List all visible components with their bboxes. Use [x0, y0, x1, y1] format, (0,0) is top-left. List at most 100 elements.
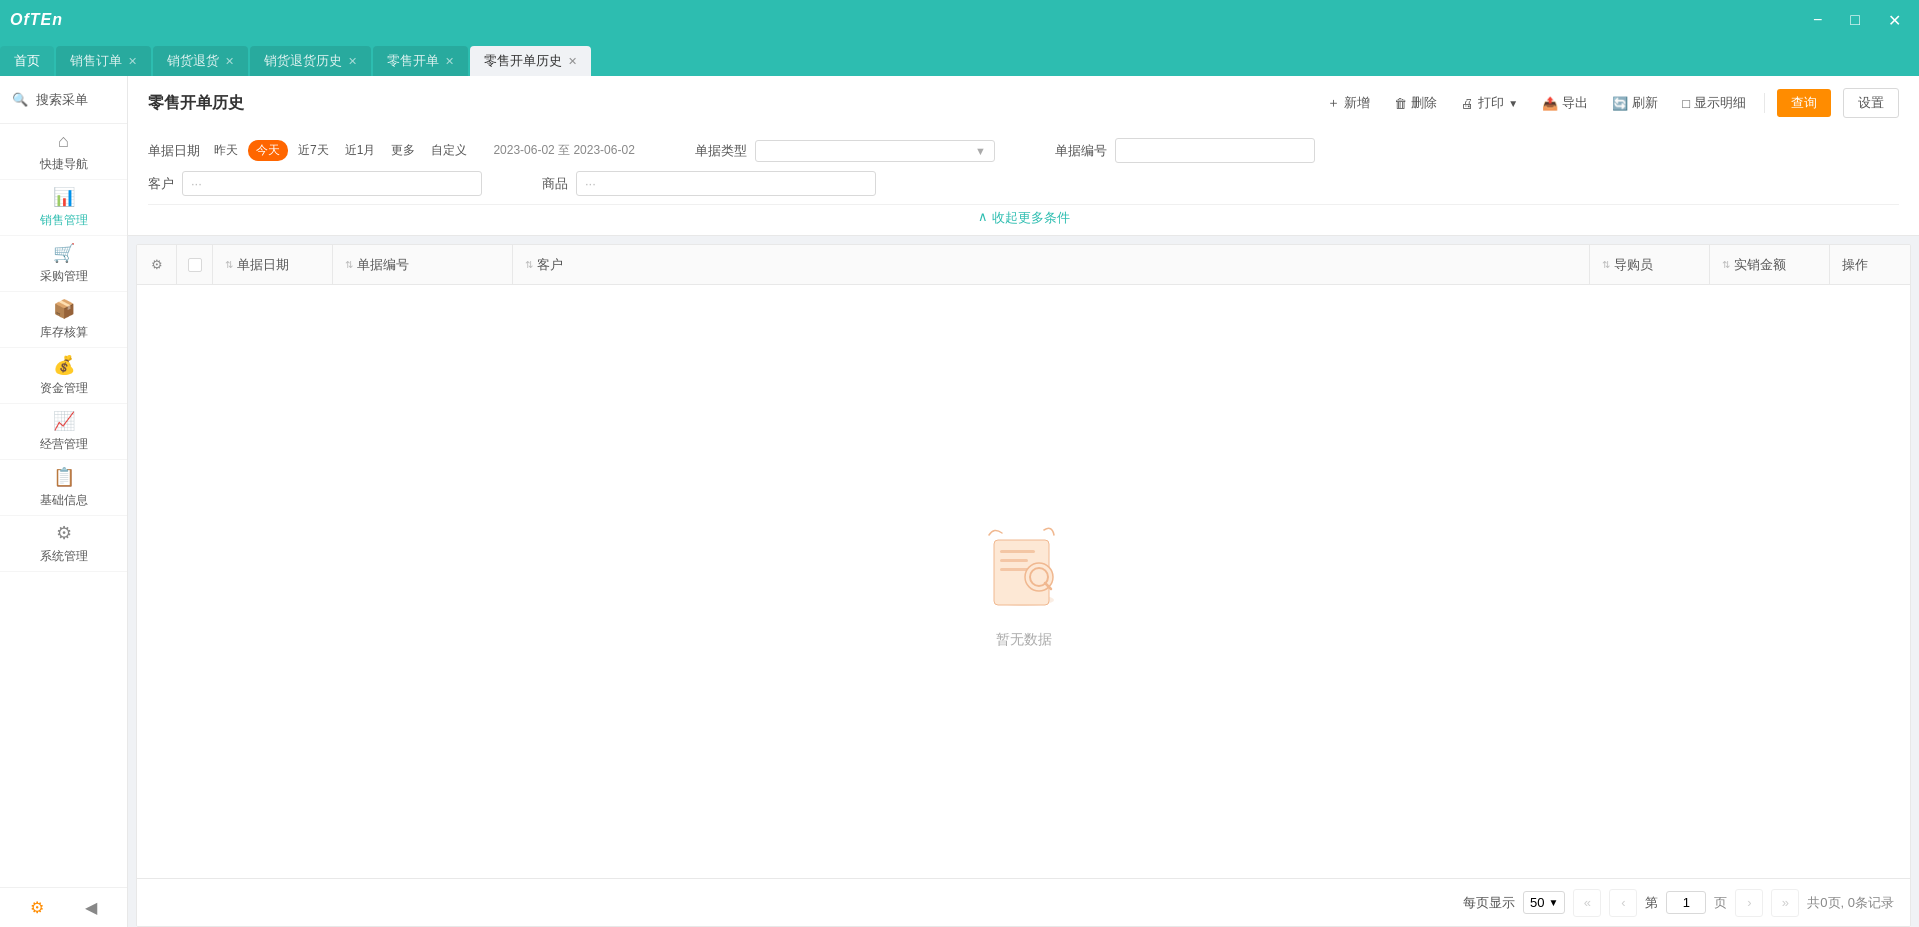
add-btn[interactable]: ＋ 新增 [1321, 90, 1376, 116]
filter-bill-type-select[interactable]: ▼ [755, 140, 995, 162]
date-btn-custom[interactable]: 自定义 [425, 140, 473, 161]
prev-page-icon: ‹ [1621, 895, 1625, 910]
minimize-btn[interactable]: − [1805, 7, 1830, 33]
base-info-icon: 📋 [53, 466, 75, 488]
th-amount[interactable]: ⇅ 实销金额 [1710, 245, 1830, 284]
delete-icon: 🗑 [1394, 96, 1407, 111]
tab-sales-order-close[interactable]: ✕ [128, 55, 137, 68]
sidebar-item-purchase-mgmt[interactable]: 🛒 采购管理 [0, 236, 127, 292]
tab-retail-open-history[interactable]: 零售开单历史 ✕ [470, 46, 591, 76]
filter-bill-number: 单据编号 [1055, 138, 1315, 163]
tab-retail-open-label: 零售开单 [387, 52, 439, 70]
delete-btn[interactable]: 🗑 删除 [1388, 90, 1443, 116]
th-salesperson-label: 导购员 [1614, 256, 1653, 274]
filter-customer-input[interactable]: ··· [182, 171, 482, 196]
toolbar: ＋ 新增 🗑 删除 🖨 打印 ▼ 📤 导出 [1321, 88, 1899, 118]
tab-sales-return-label: 销货退货 [167, 52, 219, 70]
filter-customer-label: 客户 [148, 175, 174, 193]
total-info: 共0页, 0条记录 [1807, 894, 1894, 912]
sidebar-item-sales-mgmt[interactable]: 📊 销售管理 [0, 180, 127, 236]
th-action: 操作 [1830, 245, 1910, 284]
th-settings[interactable]: ⚙ [137, 245, 177, 284]
th-checkbox[interactable] [177, 245, 213, 284]
tab-bar: 首页 销售订单 ✕ 销货退货 ✕ 销货退货历史 ✕ 零售开单 ✕ 零售开单历史 … [0, 40, 1919, 76]
sidebar-operations-label: 经营管理 [40, 436, 88, 453]
close-btn[interactable]: ✕ [1880, 7, 1909, 34]
tab-sales-return[interactable]: 销货退货 ✕ [153, 46, 248, 76]
th-salesperson[interactable]: ⇅ 导购员 [1590, 245, 1710, 284]
date-btn-7days[interactable]: 近7天 [292, 140, 335, 161]
system-icon: ⚙ [56, 522, 72, 544]
next-page-btn[interactable]: › [1735, 889, 1763, 917]
tab-retail-open-close[interactable]: ✕ [445, 55, 454, 68]
sidebar-item-operations[interactable]: 📈 经营管理 [0, 404, 127, 460]
add-label: 新增 [1344, 94, 1370, 112]
maximize-btn[interactable]: □ [1842, 7, 1868, 33]
sidebar-item-inventory[interactable]: 📦 库存核算 [0, 292, 127, 348]
settings-gear-icon: ⚙ [151, 257, 163, 272]
date-btn-yesterday[interactable]: 昨天 [208, 140, 244, 161]
empty-text: 暂无数据 [996, 631, 1052, 649]
sales-icon: 📊 [53, 186, 75, 208]
date-btn-today[interactable]: 今天 [248, 140, 288, 161]
current-page-input[interactable] [1666, 891, 1706, 914]
tab-sales-return-close[interactable]: ✕ [225, 55, 234, 68]
page-label-prefix: 第 [1645, 894, 1658, 912]
print-icon: 🖨 [1461, 96, 1474, 111]
tab-sales-order[interactable]: 销售订单 ✕ [56, 46, 151, 76]
sort-icon-date: ⇅ [225, 259, 233, 270]
page-size-select[interactable]: 50 ▼ [1523, 891, 1565, 914]
last-page-btn[interactable]: » [1771, 889, 1799, 917]
th-date[interactable]: ⇅ 单据日期 [213, 245, 333, 284]
filter-bill-number-input[interactable] [1115, 138, 1315, 163]
filter-goods-input[interactable]: ··· [576, 171, 876, 196]
tab-sales-return-history-close[interactable]: ✕ [348, 55, 357, 68]
filter-bill-number-label: 单据编号 [1055, 142, 1107, 160]
first-page-btn[interactable]: « [1573, 889, 1601, 917]
settings-btn[interactable]: 设置 [1843, 88, 1899, 118]
select-all-checkbox[interactable] [188, 258, 202, 272]
filter-area: 单据日期 昨天 今天 近7天 近1月 更多 自定义 2023-06-02 至 2… [148, 130, 1899, 235]
date-range: 2023-06-02 至 2023-06-02 [493, 142, 634, 159]
th-number[interactable]: ⇅ 单据编号 [333, 245, 513, 284]
page-title-row: 零售开单历史 ＋ 新增 🗑 删除 🖨 打印 ▼ [148, 88, 1899, 118]
tab-retail-open-history-close[interactable]: ✕ [568, 55, 577, 68]
sidebar-item-base-info[interactable]: 📋 基础信息 [0, 460, 127, 516]
sidebar-item-quick-nav[interactable]: ⌂ 快捷导航 [0, 124, 127, 180]
pagination-bar: 每页显示 50 ▼ « ‹ 第 页 › » [137, 878, 1910, 926]
date-btn-more[interactable]: 更多 [385, 140, 421, 161]
svg-rect-2 [1000, 550, 1035, 553]
print-btn[interactable]: 🖨 打印 ▼ [1455, 90, 1524, 116]
collapse-icon: ∧ [978, 209, 988, 227]
tab-sales-order-label: 销售订单 [70, 52, 122, 70]
collapse-btn[interactable]: ∧ 收起更多条件 [148, 204, 1899, 231]
filter-date-label: 单据日期 [148, 142, 200, 160]
display-btn[interactable]: □ 显示明细 [1676, 90, 1752, 116]
sidebar-collapse-btn[interactable]: ◀ [85, 898, 97, 917]
sidebar-base-info-label: 基础信息 [40, 492, 88, 509]
sidebar-item-system[interactable]: ⚙ 系统管理 [0, 516, 127, 572]
page-size-value: 50 [1530, 895, 1544, 910]
export-btn[interactable]: 📤 导出 [1536, 90, 1594, 116]
date-btn-1month[interactable]: 近1月 [339, 140, 382, 161]
display-label: 显示明细 [1694, 94, 1746, 112]
filter-bill-type: 单据类型 ▼ [695, 140, 995, 162]
tab-retail-open[interactable]: 零售开单 ✕ [373, 46, 468, 76]
sidebar-search[interactable]: 🔍 搜索采单 [0, 76, 127, 124]
sidebar-system-label: 系统管理 [40, 548, 88, 565]
sidebar: 🔍 搜索采单 ⌂ 快捷导航 📊 销售管理 🛒 采购管理 📦 库存核算 💰 资金管… [0, 76, 128, 927]
th-customer[interactable]: ⇅ 客户 [513, 245, 1590, 284]
sidebar-settings-btn[interactable]: ⚙ [30, 898, 44, 917]
add-icon: ＋ [1327, 94, 1340, 112]
sidebar-item-finance[interactable]: 💰 资金管理 [0, 348, 127, 404]
print-dropdown-icon: ▼ [1508, 98, 1518, 109]
tab-sales-return-history-label: 销货退货历史 [264, 52, 342, 70]
filter-date: 单据日期 昨天 今天 近7天 近1月 更多 自定义 [148, 140, 473, 161]
refresh-btn[interactable]: 🔄 刷新 [1606, 90, 1664, 116]
query-btn[interactable]: 查询 [1777, 89, 1831, 117]
prev-page-btn[interactable]: ‹ [1609, 889, 1637, 917]
tab-home[interactable]: 首页 [0, 46, 54, 76]
sort-icon-amount: ⇅ [1722, 259, 1730, 270]
tab-retail-open-history-label: 零售开单历史 [484, 52, 562, 70]
tab-sales-return-history[interactable]: 销货退货历史 ✕ [250, 46, 371, 76]
